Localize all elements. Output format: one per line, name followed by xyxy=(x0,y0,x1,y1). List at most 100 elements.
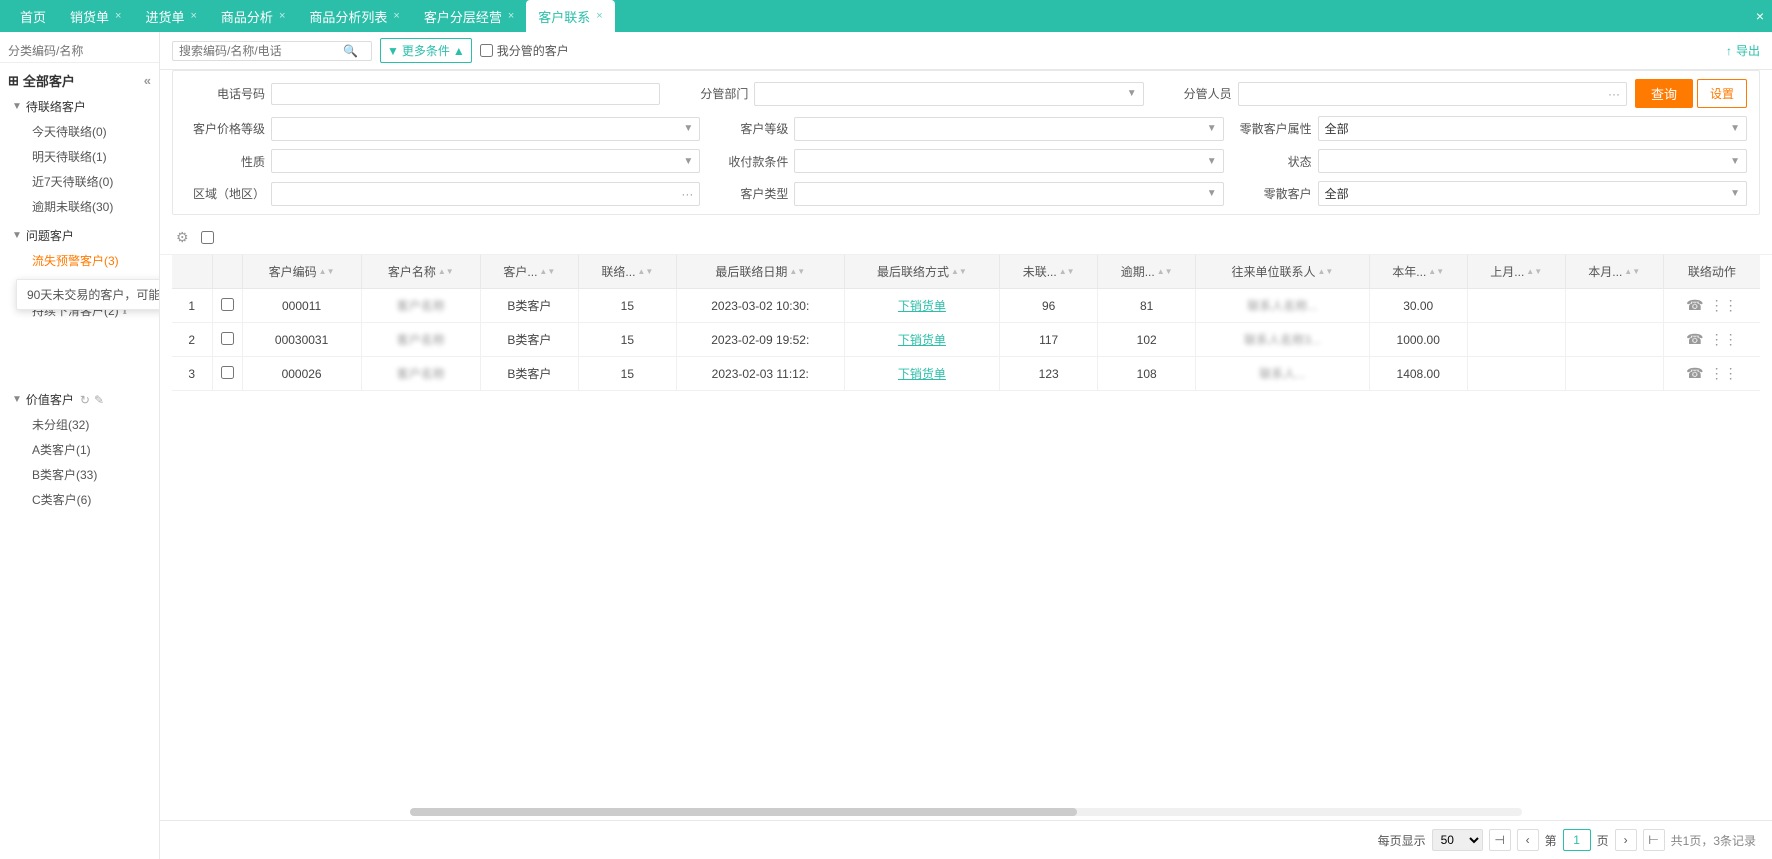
sidebar-item-today-pending[interactable]: 今天待联络(0) xyxy=(0,119,159,144)
phone-input[interactable] xyxy=(271,83,660,105)
method-link-1[interactable]: 下销货单 xyxy=(898,299,946,313)
th-month-amount[interactable]: 本月... ▲▼ xyxy=(1565,255,1663,289)
th-code[interactable]: 客户编码 ▲▼ xyxy=(242,255,361,289)
method-link-3[interactable]: 下销货单 xyxy=(898,367,946,381)
scrollbar-thumb[interactable] xyxy=(410,808,1077,816)
close-all-button[interactable]: × xyxy=(1756,8,1764,24)
edit-icon[interactable]: ✎ xyxy=(94,393,104,407)
tab-customer-tier-close[interactable]: × xyxy=(508,10,514,22)
sidebar-group-pending-title[interactable]: ▼ 待联络客户 xyxy=(0,94,159,119)
status-select[interactable]: ▼ xyxy=(1318,149,1747,173)
th-type[interactable]: 客户... ▲▼ xyxy=(480,255,578,289)
refresh-icon[interactable]: ↻ xyxy=(80,393,90,407)
gender-select[interactable]: ▼ xyxy=(271,149,700,173)
method-link-2[interactable]: 下销货单 xyxy=(898,333,946,347)
row-checkbox-1[interactable] xyxy=(221,298,234,311)
th-date-sort[interactable]: 最后联络日期 ▲▼ xyxy=(715,263,805,280)
export-button[interactable]: ↑ 导出 xyxy=(1726,42,1760,59)
th-not-contact-sort[interactable]: 未联... ▲▼ xyxy=(1023,263,1075,280)
tab-goods-analysis-close[interactable]: × xyxy=(279,10,285,22)
person-dots[interactable]: ··· xyxy=(1608,87,1620,101)
sidebar-search-input[interactable] xyxy=(8,44,160,58)
td-method-1[interactable]: 下销货单 xyxy=(844,289,999,323)
th-cp-sort[interactable]: 往来单位联系人 ▲▼ xyxy=(1232,263,1334,280)
tab-purchase[interactable]: 进货单 × xyxy=(133,0,208,32)
page-prev-button[interactable]: ‹ xyxy=(1517,829,1539,851)
my-customers-filter[interactable]: 我分管的客户 xyxy=(480,42,569,59)
tab-goods-list[interactable]: 商品分析列表 × xyxy=(297,0,411,32)
tab-sales[interactable]: 销货单 × xyxy=(58,0,133,32)
page-next-button[interactable]: › xyxy=(1615,829,1637,851)
th-name-sort[interactable]: 客户名称 ▲▼ xyxy=(388,263,454,280)
tab-sales-close[interactable]: × xyxy=(115,10,121,22)
payment-select[interactable]: ▼ xyxy=(794,149,1223,173)
th-code-sort[interactable]: 客户编码 ▲▼ xyxy=(269,263,335,280)
th-year-sort[interactable]: 本年... ▲▼ xyxy=(1392,263,1444,280)
table-settings-icon[interactable]: ⚙ xyxy=(172,225,193,250)
horizontal-scrollbar[interactable] xyxy=(410,808,1522,816)
th-last-month-amount[interactable]: 上月... ▲▼ xyxy=(1467,255,1565,289)
th-year-amount[interactable]: 本年... ▲▼ xyxy=(1369,255,1467,289)
tab-customer-contact-close[interactable]: × xyxy=(596,10,602,22)
sidebar-item-ungroup[interactable]: 未分组(32) xyxy=(0,412,159,437)
search-icon[interactable]: 🔍 xyxy=(343,44,358,58)
more-conditions-button[interactable]: ▼ 更多条件 ▲ xyxy=(380,38,472,63)
tab-goods-analysis[interactable]: 商品分析 × xyxy=(209,0,297,32)
td-checkbox-1[interactable] xyxy=(212,289,242,323)
th-method-sort[interactable]: 最后联络方式 ▲▼ xyxy=(877,263,967,280)
price-grade-select[interactable]: ▼ xyxy=(271,117,700,141)
search-input[interactable] xyxy=(179,44,339,58)
sidebar-collapse-icon[interactable]: « xyxy=(144,73,151,88)
th-type-sort[interactable]: 客户... ▲▼ xyxy=(503,263,555,280)
more-action-icon-3[interactable]: ⋮⋮ xyxy=(1710,365,1738,382)
retail-customer-select[interactable]: 全部 ▼ xyxy=(1318,181,1747,206)
sidebar-item-c-class[interactable]: C类客户(6) xyxy=(0,487,159,512)
th-contact-person[interactable]: 往来单位联系人 ▲▼ xyxy=(1196,255,1370,289)
tab-purchase-close[interactable]: × xyxy=(190,10,196,22)
person-select[interactable]: ··· xyxy=(1238,82,1627,106)
sidebar-item-tomorrow-pending[interactable]: 明天待联络(1) xyxy=(0,144,159,169)
row-checkbox-2[interactable] xyxy=(221,332,234,345)
my-customers-checkbox[interactable] xyxy=(480,44,493,57)
th-contact[interactable]: 联络... ▲▼ xyxy=(578,255,676,289)
sidebar-group-value-title[interactable]: ▼ 价值客户 ↻ ✎ xyxy=(0,387,159,412)
more-action-icon-2[interactable]: ⋮⋮ xyxy=(1710,331,1738,348)
contact-action-icon-2[interactable]: ☎ xyxy=(1686,331,1703,348)
td-checkbox-3[interactable] xyxy=(212,357,242,391)
td-checkbox-2[interactable] xyxy=(212,323,242,357)
sidebar-item-churn-warning[interactable]: 流失预警客户(3) xyxy=(0,248,159,273)
th-last-contact-method[interactable]: 最后联络方式 ▲▼ xyxy=(844,255,999,289)
region-dots[interactable]: ··· xyxy=(681,187,693,201)
customer-type-select[interactable]: ▼ xyxy=(794,182,1223,206)
sidebar-item-a-class[interactable]: A类客户(1) xyxy=(0,437,159,462)
settings-button[interactable]: 设置 xyxy=(1697,79,1747,108)
sidebar-item-b-class[interactable]: B类客户(33) xyxy=(0,462,159,487)
region-select[interactable]: ··· xyxy=(271,182,700,206)
tab-customer-contact[interactable]: 客户联系 × xyxy=(526,0,614,32)
td-method-3[interactable]: 下销货单 xyxy=(844,357,999,391)
th-month-sort[interactable]: 本月... ▲▼ xyxy=(1588,263,1640,280)
sidebar-all-customers[interactable]: ⊞ 全部客户 « xyxy=(0,67,159,94)
th-last-month-sort[interactable]: 上月... ▲▼ xyxy=(1490,263,1542,280)
th-last-contact-date[interactable]: 最后联络日期 ▲▼ xyxy=(676,255,844,289)
dept-select[interactable]: ▼ xyxy=(754,82,1143,106)
td-method-2[interactable]: 下销货单 xyxy=(844,323,999,357)
more-action-icon-1[interactable]: ⋮⋮ xyxy=(1710,297,1738,314)
page-first-button[interactable]: ⊣ xyxy=(1489,829,1511,851)
customer-grade-select[interactable]: ▼ xyxy=(794,117,1223,141)
select-all-checkbox[interactable] xyxy=(201,231,214,244)
page-input[interactable] xyxy=(1563,829,1591,851)
tab-customer-tier[interactable]: 客户分层经营 × xyxy=(412,0,526,32)
th-overdue[interactable]: 逾期... ▲▼ xyxy=(1098,255,1196,289)
tab-home[interactable]: 首页 xyxy=(8,0,58,32)
per-page-select[interactable]: 50 100 xyxy=(1432,829,1483,851)
sidebar-item-overdue-pending[interactable]: 逾期未联络(30) xyxy=(0,194,159,219)
th-name[interactable]: 客户名称 ▲▼ xyxy=(361,255,480,289)
row-checkbox-3[interactable] xyxy=(221,366,234,379)
th-overdue-sort[interactable]: 逾期... ▲▼ xyxy=(1121,263,1173,280)
retail-attr-select[interactable]: 全部 ▼ xyxy=(1318,116,1747,141)
contact-action-icon-1[interactable]: ☎ xyxy=(1686,297,1703,314)
tab-goods-list-close[interactable]: × xyxy=(393,10,399,22)
th-not-contact[interactable]: 未联... ▲▼ xyxy=(1000,255,1098,289)
th-contact-sort[interactable]: 联络... ▲▼ xyxy=(601,263,653,280)
